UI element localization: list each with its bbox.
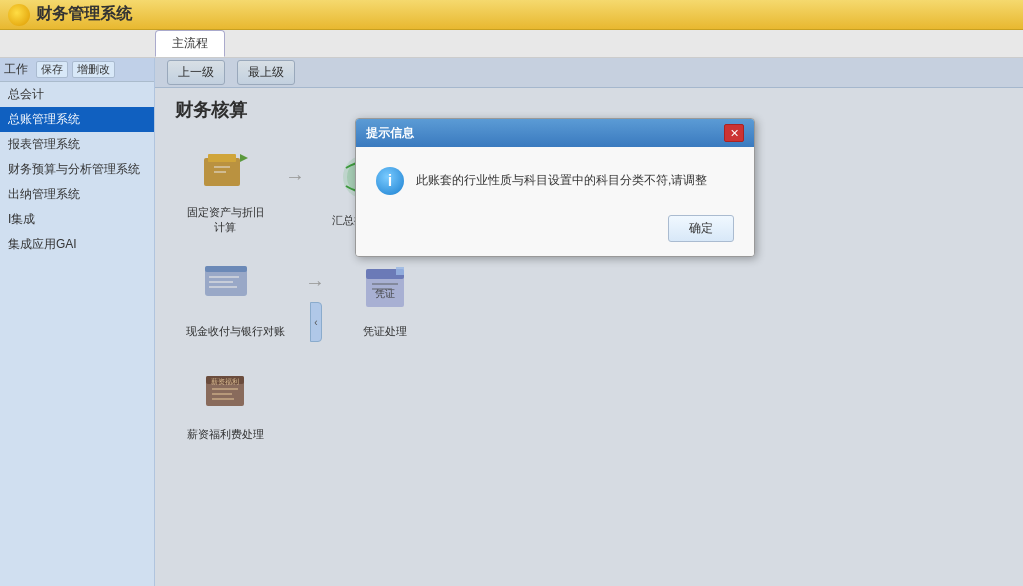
sidebar-item-6[interactable]: 集成应用GAI (0, 232, 154, 257)
sidebar-edit-btn[interactable]: 增删改 (72, 61, 115, 78)
dialog-close-button[interactable]: ✕ (724, 124, 744, 142)
sidebar-collapse-handle[interactable]: ‹ (310, 302, 322, 342)
tab-main-flow[interactable]: 主流程 (155, 30, 225, 57)
dialog-overlay: 提示信息 ✕ i 此账套的行业性质与科目设置中的科目分类不符,请调整 确定 (155, 58, 1023, 586)
dialog-body: i 此账套的行业性质与科目设置中的科目分类不符,请调整 (356, 147, 754, 205)
sidebar-toolbar: 工作 保存 增删改 (0, 58, 154, 82)
app-title: 财务管理系统 (36, 4, 132, 25)
dialog-ok-button[interactable]: 确定 (668, 215, 734, 242)
sidebar-item-1[interactable]: 总账管理系统 (0, 107, 154, 132)
sidebar-item-2[interactable]: 报表管理系统 (0, 132, 154, 157)
dialog-titlebar: 提示信息 ✕ (356, 119, 754, 147)
content-area: 上一级 最上级 财务核算 固定资产与折旧计算 (155, 58, 1023, 586)
sidebar-toolbar-title: 工作 (4, 61, 28, 78)
tab-bar: 主流程 (0, 30, 1023, 58)
app-logo (8, 4, 30, 26)
dialog-box: 提示信息 ✕ i 此账套的行业性质与科目设置中的科目分类不符,请调整 确定 (355, 118, 755, 257)
title-bar: 财务管理系统 (0, 0, 1023, 30)
sidebar-item-0[interactable]: 总会计 (0, 82, 154, 107)
sidebar-item-4[interactable]: 出纳管理系统 (0, 182, 154, 207)
main-layout: 工作 保存 增删改 总会计 总账管理系统 报表管理系统 财务预算与分析管理系统 … (0, 58, 1023, 586)
dialog-footer: 确定 (356, 205, 754, 256)
sidebar-item-5[interactable]: I集成 (0, 207, 154, 232)
sidebar: 工作 保存 增删改 总会计 总账管理系统 报表管理系统 财务预算与分析管理系统 … (0, 58, 155, 586)
sidebar-item-3[interactable]: 财务预算与分析管理系统 (0, 157, 154, 182)
sidebar-save-btn[interactable]: 保存 (36, 61, 68, 78)
dialog-info-icon: i (376, 167, 404, 195)
dialog-title: 提示信息 (366, 125, 414, 142)
dialog-message: 此账套的行业性质与科目设置中的科目分类不符,请调整 (416, 167, 707, 190)
